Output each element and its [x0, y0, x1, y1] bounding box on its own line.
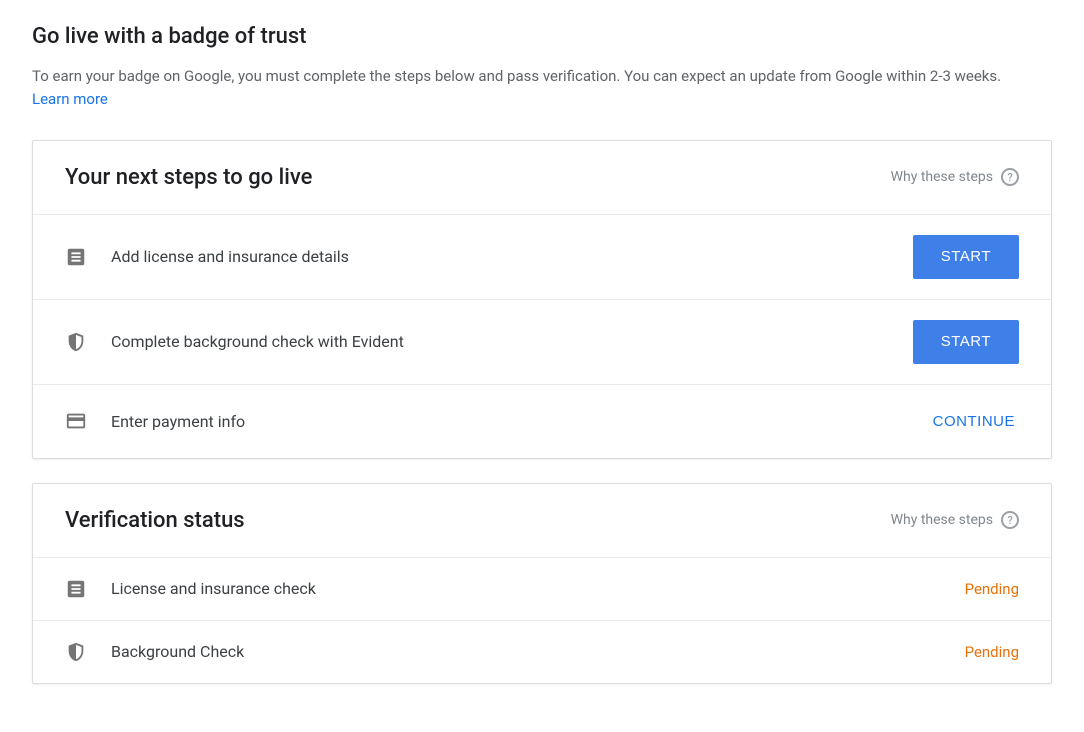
shield-icon: [65, 641, 87, 663]
credit-card-icon: [65, 410, 87, 432]
why-these-steps[interactable]: Why these steps ?: [891, 168, 1019, 186]
verification-label: Background Check: [111, 642, 965, 661]
step-row-license: Add license and insurance details START: [33, 215, 1051, 300]
step-label: Complete background check with Evident: [111, 332, 913, 351]
step-label: Enter payment info: [111, 412, 929, 431]
page-subtitle: To earn your badge on Google, you must c…: [32, 65, 1032, 112]
step-row-payment: Enter payment info CONTINUE: [33, 385, 1051, 458]
help-icon: ?: [1001, 511, 1019, 529]
start-button[interactable]: START: [913, 235, 1019, 279]
verification-card-header: Verification status Why these steps ?: [33, 484, 1051, 558]
continue-button[interactable]: CONTINUE: [929, 405, 1019, 438]
step-label: Add license and insurance details: [111, 247, 913, 266]
verification-label: License and insurance check: [111, 579, 965, 598]
learn-more-link[interactable]: Learn more: [32, 90, 108, 108]
page-title: Go live with a badge of trust: [32, 24, 1052, 49]
steps-card: Your next steps to go live Why these ste…: [32, 140, 1052, 459]
status-badge: Pending: [965, 643, 1019, 661]
steps-card-title: Your next steps to go live: [65, 165, 312, 190]
steps-card-header: Your next steps to go live Why these ste…: [33, 141, 1051, 215]
step-row-background: Complete background check with Evident S…: [33, 300, 1051, 385]
verification-card: Verification status Why these steps ? Li…: [32, 483, 1052, 684]
status-badge: Pending: [965, 580, 1019, 598]
shield-icon: [65, 331, 87, 353]
help-icon: ?: [1001, 168, 1019, 186]
document-icon: [65, 578, 87, 600]
verification-row-background: Background Check Pending: [33, 621, 1051, 683]
verification-row-license: License and insurance check Pending: [33, 558, 1051, 621]
document-icon: [65, 246, 87, 268]
why-steps-label: Why these steps: [891, 169, 993, 185]
subtitle-text: To earn your badge on Google, you must c…: [32, 67, 1001, 85]
verification-card-title: Verification status: [65, 508, 245, 533]
why-steps-label: Why these steps: [891, 512, 993, 528]
start-button[interactable]: START: [913, 320, 1019, 364]
why-these-steps[interactable]: Why these steps ?: [891, 511, 1019, 529]
